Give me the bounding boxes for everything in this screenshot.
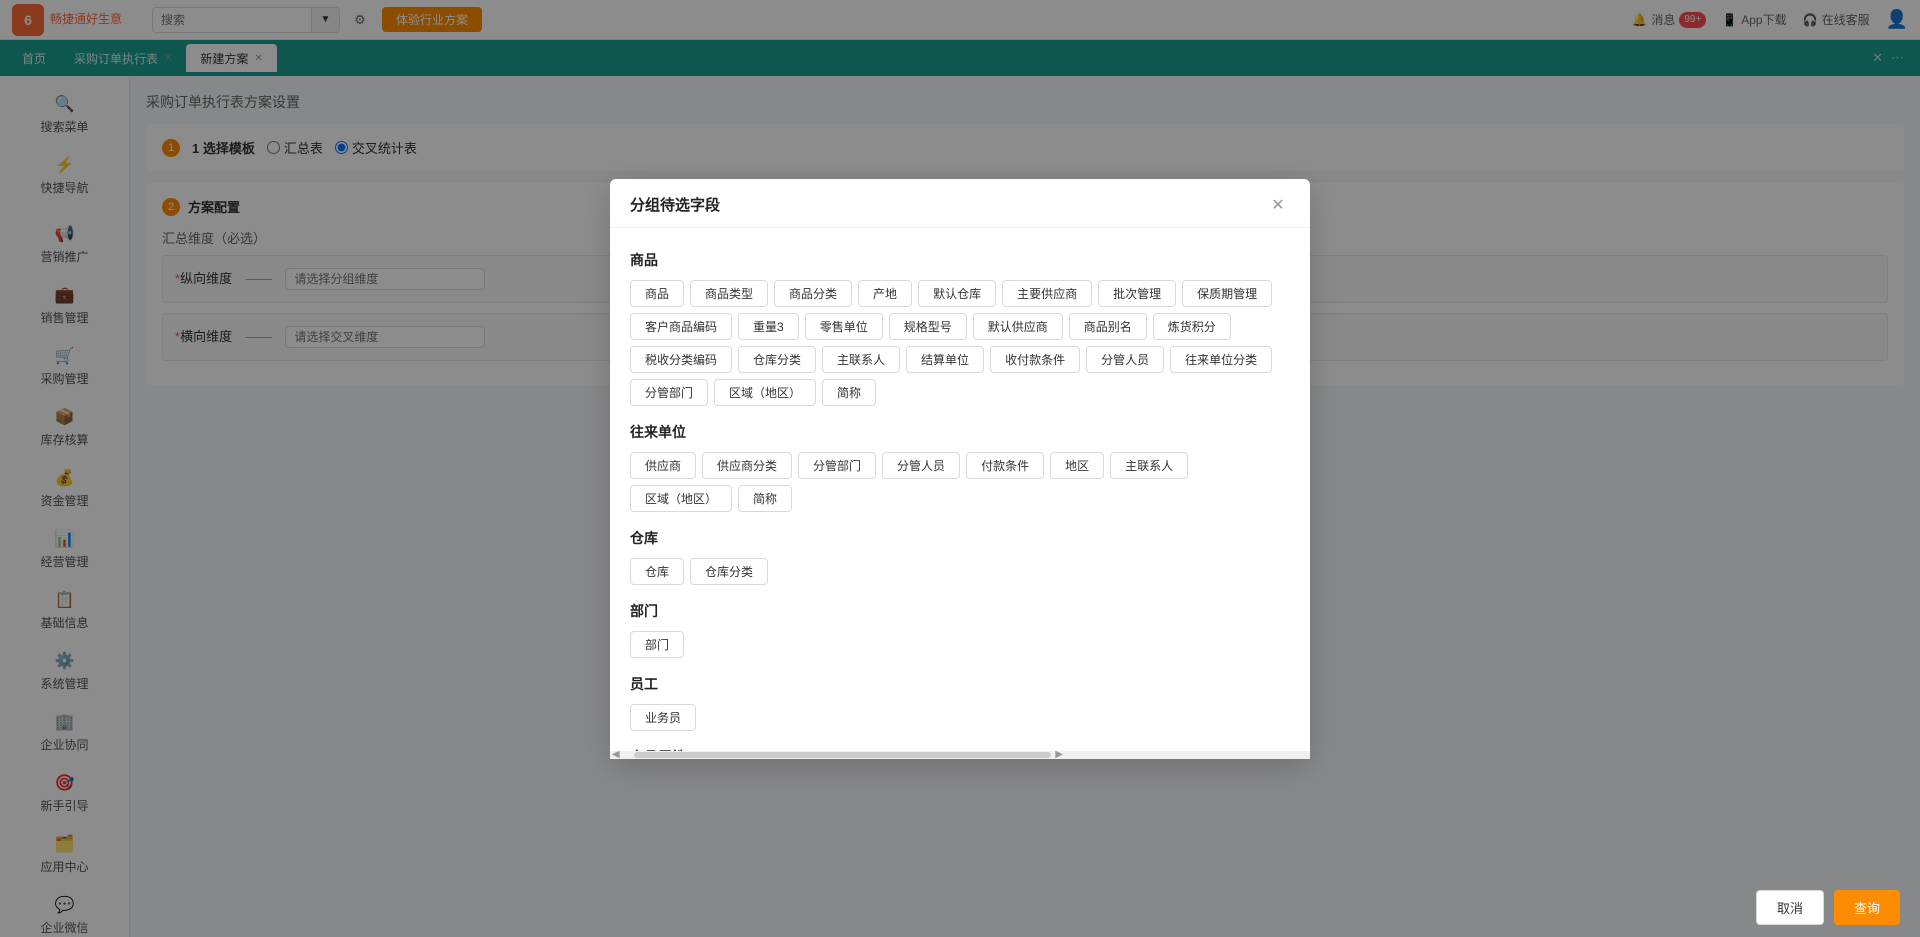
field-tag[interactable]: 地区 (1050, 452, 1104, 479)
field-tags-员工: 业务员 (630, 704, 1290, 731)
field-tag[interactable]: 默认供应商 (973, 313, 1063, 340)
field-tag[interactable]: 主联系人 (1110, 452, 1188, 479)
field-tag[interactable]: 仓库分类 (690, 558, 768, 585)
field-tag[interactable]: 商品别名 (1069, 313, 1147, 340)
section-title-往来单位: 往来单位 (630, 422, 1290, 442)
field-tag[interactable]: 分管部门 (630, 379, 708, 406)
field-tag[interactable]: 区域（地区） (630, 485, 732, 512)
field-tag[interactable]: 分管人员 (1086, 346, 1164, 373)
field-tag[interactable]: 往来单位分类 (1170, 346, 1272, 373)
modal-header: 分组待选字段 ✕ (610, 179, 1310, 228)
field-tag[interactable]: 仓库分类 (738, 346, 816, 373)
section-title-部门: 部门 (630, 601, 1290, 621)
field-tag[interactable]: 区域（地区） (714, 379, 816, 406)
field-tag[interactable]: 商品分类 (774, 280, 852, 307)
modal-title: 分组待选字段 (630, 194, 720, 215)
field-tag[interactable]: 简称 (738, 485, 792, 512)
field-tag[interactable]: 供应商分类 (702, 452, 792, 479)
field-tag[interactable]: 供应商 (630, 452, 696, 479)
bottom-actions: 取消 查询 (1736, 878, 1920, 937)
field-tags-商品: 商品商品类型商品分类产地默认仓库主要供应商批次管理保质期管理客户商品编码重量3零… (630, 280, 1290, 406)
modal-body: 商品商品商品类型商品分类产地默认仓库主要供应商批次管理保质期管理客户商品编码重量… (610, 228, 1310, 751)
field-tag[interactable]: 客户商品编码 (630, 313, 732, 340)
field-tag[interactable]: 税收分类编码 (630, 346, 732, 373)
modal-close-icon[interactable]: ✕ (1266, 193, 1290, 217)
field-tag[interactable]: 规格型号 (889, 313, 967, 340)
field-tag[interactable]: 分管人员 (882, 452, 960, 479)
section-title-商品: 商品 (630, 250, 1290, 270)
hscroll-thumb (634, 752, 1052, 758)
confirm-button[interactable]: 查询 (1834, 890, 1900, 925)
field-tag[interactable]: 简称 (822, 379, 876, 406)
field-tag[interactable]: 默认仓库 (918, 280, 996, 307)
field-tags-往来单位: 供应商供应商分类分管部门分管人员付款条件地区主联系人区域（地区）简称 (630, 452, 1290, 512)
field-tag[interactable]: 主联系人 (822, 346, 900, 373)
field-tag[interactable]: 炼货积分 (1153, 313, 1231, 340)
field-tag[interactable]: 保质期管理 (1182, 280, 1272, 307)
section-title-仓库: 仓库 (630, 528, 1290, 548)
section-title-员工: 员工 (630, 674, 1290, 694)
field-tag[interactable]: 部门 (630, 631, 684, 658)
field-tag[interactable]: 收付款条件 (990, 346, 1080, 373)
field-tag[interactable]: 商品类型 (690, 280, 768, 307)
field-tags-部门: 部门 (630, 631, 1290, 658)
field-tag[interactable]: 批次管理 (1098, 280, 1176, 307)
field-tag[interactable]: 产地 (858, 280, 912, 307)
modal-horizontal-scrollbar[interactable]: ◀ ▶ (610, 751, 1310, 759)
field-tag[interactable]: 付款条件 (966, 452, 1044, 479)
field-tag[interactable]: 业务员 (630, 704, 696, 731)
field-tags-仓库: 仓库仓库分类 (630, 558, 1290, 585)
field-tag[interactable]: 主要供应商 (1002, 280, 1092, 307)
cancel-button[interactable]: 取消 (1756, 890, 1824, 925)
field-select-modal: 分组待选字段 ✕ 商品商品商品类型商品分类产地默认仓库主要供应商批次管理保质期管… (610, 179, 1310, 759)
field-tag[interactable]: 重量3 (738, 313, 799, 340)
field-tag[interactable]: 仓库 (630, 558, 684, 585)
field-tag[interactable]: 结算单位 (906, 346, 984, 373)
field-tag[interactable]: 分管部门 (798, 452, 876, 479)
field-tag[interactable]: 零售单位 (805, 313, 883, 340)
field-tag[interactable]: 商品 (630, 280, 684, 307)
